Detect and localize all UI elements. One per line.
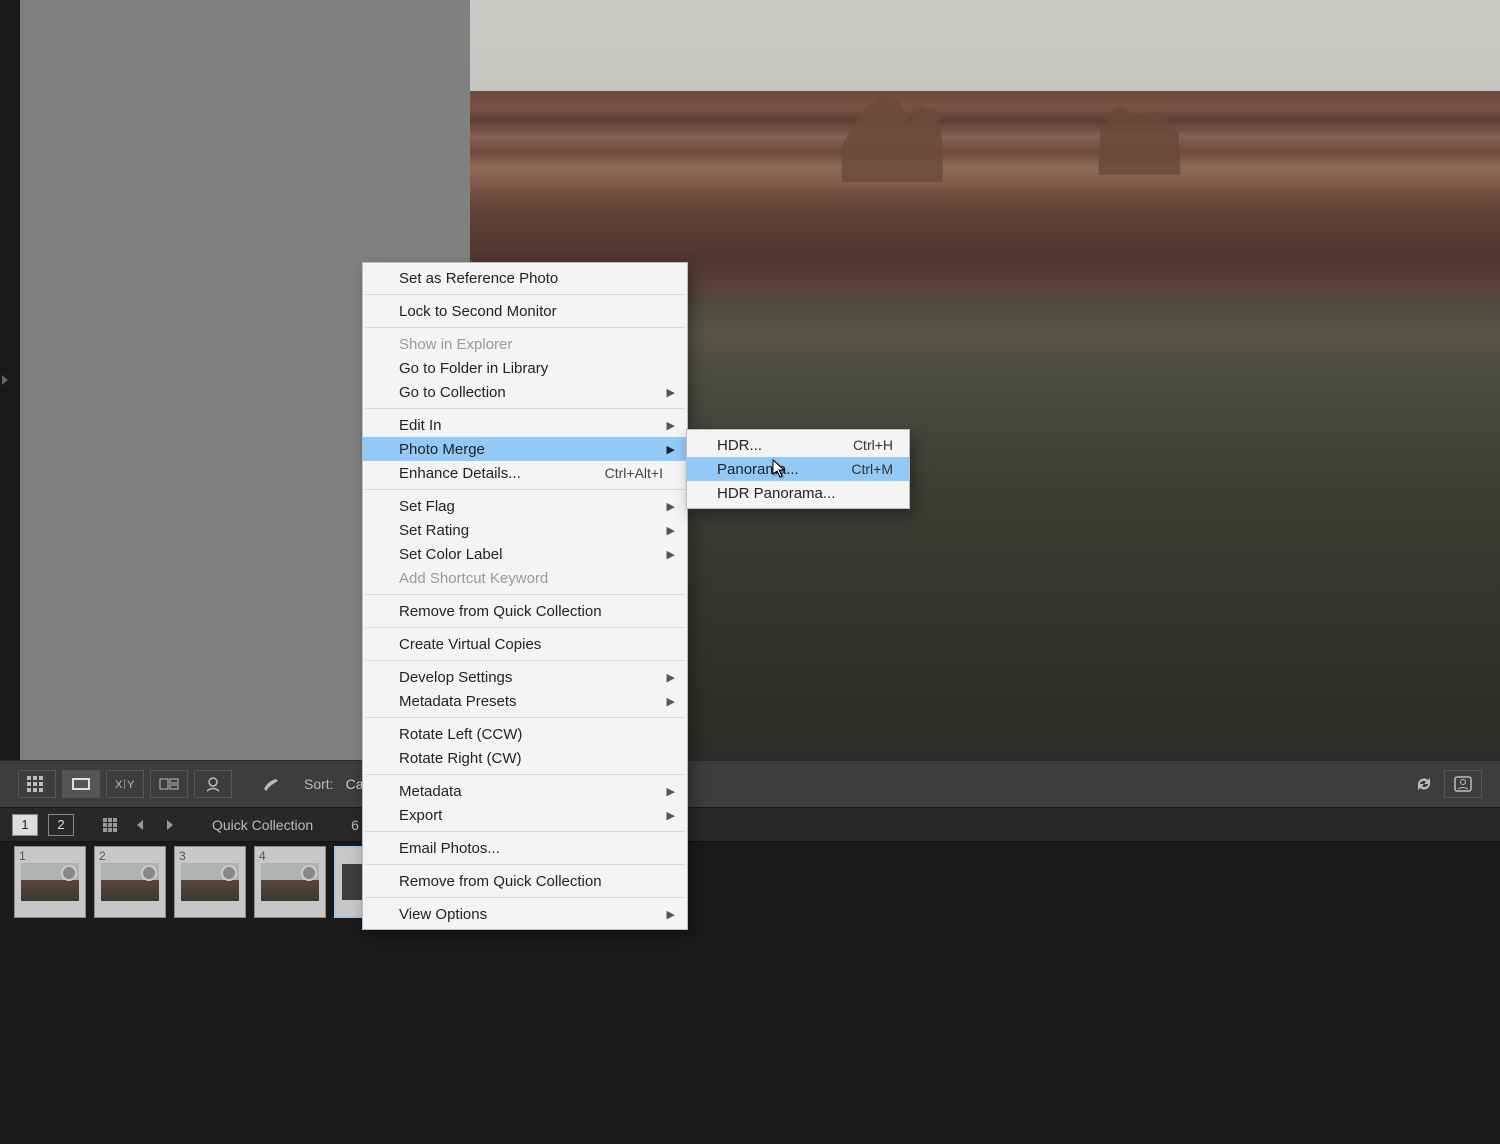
submenu-arrow-icon: ▶ (667, 785, 675, 798)
submenu-arrow-icon: ▶ (667, 809, 675, 822)
thumbnail-3[interactable]: 3 (174, 846, 246, 918)
menu-view-options[interactable]: View Options▶ (363, 902, 687, 926)
thumbnail-2[interactable]: 2 (94, 846, 166, 918)
submenu-arrow-icon: ▶ (667, 443, 675, 456)
photo-merge-submenu: HDR...Ctrl+H Panorama...Ctrl+M HDR Panor… (686, 429, 910, 509)
submenu-hdr-panorama[interactable]: HDR Panorama... (687, 481, 909, 505)
submenu-hdr[interactable]: HDR...Ctrl+H (687, 433, 909, 457)
secondary-bar: 1 2 Quick Collection 6 photos (0, 808, 1500, 842)
grid-mini-icon[interactable] (100, 815, 120, 835)
submenu-arrow-icon: ▶ (667, 548, 675, 561)
status-badge-icon (301, 865, 317, 881)
menu-export[interactable]: Export▶ (363, 803, 687, 827)
survey-view-button[interactable] (150, 770, 188, 798)
sync-button[interactable] (1410, 770, 1438, 798)
side-panel (0, 0, 20, 760)
status-badge-icon (221, 865, 237, 881)
submenu-arrow-icon: ▶ (667, 524, 675, 537)
context-menu: Set as Reference Photo Lock to Second Mo… (362, 262, 688, 930)
main-area (0, 0, 1500, 760)
thumbnail-4[interactable]: 4 (254, 846, 326, 918)
menu-metadata[interactable]: Metadata▶ (363, 779, 687, 803)
submenu-arrow-icon: ▶ (667, 386, 675, 399)
menu-rotate-left[interactable]: Rotate Left (CCW) (363, 722, 687, 746)
menu-edit-in[interactable]: Edit In▶ (363, 413, 687, 437)
menu-go-to-folder[interactable]: Go to Folder in Library (363, 356, 687, 380)
submenu-panorama[interactable]: Panorama...Ctrl+M (687, 457, 909, 481)
painter-tool-button[interactable] (252, 770, 290, 798)
menu-set-color-label[interactable]: Set Color Label▶ (363, 542, 687, 566)
menu-set-rating[interactable]: Set Rating▶ (363, 518, 687, 542)
status-badge-icon (141, 865, 157, 881)
menu-create-virtual-copies[interactable]: Create Virtual Copies (363, 632, 687, 656)
svg-text:Y: Y (127, 779, 135, 791)
menu-photo-merge[interactable]: Photo Merge▶ (363, 437, 687, 461)
people-view-button[interactable] (194, 770, 232, 798)
collection-name[interactable]: Quick Collection (212, 817, 313, 833)
submenu-arrow-icon: ▶ (667, 419, 675, 432)
menu-go-to-collection[interactable]: Go to Collection▶ (363, 380, 687, 404)
filmstrip[interactable]: 1 2 3 4 5 (0, 842, 1500, 924)
submenu-arrow-icon: ▶ (667, 671, 675, 684)
expand-panel-icon[interactable] (0, 370, 12, 390)
menu-rotate-right[interactable]: Rotate Right (CW) (363, 746, 687, 770)
menu-remove-from-quick-collection-2[interactable]: Remove from Quick Collection (363, 869, 687, 893)
menu-add-shortcut-keyword: Add Shortcut Keyword (363, 566, 687, 590)
submenu-arrow-icon: ▶ (667, 500, 675, 513)
menu-remove-from-quick-collection[interactable]: Remove from Quick Collection (363, 599, 687, 623)
menu-show-in-explorer: Show in Explorer (363, 332, 687, 356)
submenu-arrow-icon: ▶ (667, 695, 675, 708)
face-tag-button[interactable] (1444, 770, 1482, 798)
window-1-button[interactable]: 1 (12, 814, 38, 836)
sort-label: Sort: (304, 776, 334, 792)
menu-set-reference-photo[interactable]: Set as Reference Photo (363, 266, 687, 290)
grid-view-button[interactable] (18, 770, 56, 798)
shortcut-label: Ctrl+M (851, 461, 893, 477)
shortcut-label: Ctrl+Alt+I (605, 465, 663, 481)
window-2-button[interactable]: 2 (48, 814, 74, 836)
menu-metadata-presets[interactable]: Metadata Presets▶ (363, 689, 687, 713)
menu-email-photos[interactable]: Email Photos... (363, 836, 687, 860)
submenu-arrow-icon: ▶ (667, 908, 675, 921)
menu-set-flag[interactable]: Set Flag▶ (363, 494, 687, 518)
prev-photo-icon[interactable] (130, 815, 150, 835)
toolbar: XY Sort: Capt (0, 760, 1500, 808)
menu-lock-second-monitor[interactable]: Lock to Second Monitor (363, 299, 687, 323)
next-photo-icon[interactable] (160, 815, 180, 835)
menu-enhance-details[interactable]: Enhance Details...Ctrl+Alt+I (363, 461, 687, 485)
compare-view-button[interactable]: XY (106, 770, 144, 798)
menu-develop-settings[interactable]: Develop Settings▶ (363, 665, 687, 689)
shortcut-label: Ctrl+H (853, 437, 893, 453)
svg-text:X: X (115, 779, 123, 791)
loupe-view-button[interactable] (62, 770, 100, 798)
status-badge-icon (61, 865, 77, 881)
thumbnail-1[interactable]: 1 (14, 846, 86, 918)
